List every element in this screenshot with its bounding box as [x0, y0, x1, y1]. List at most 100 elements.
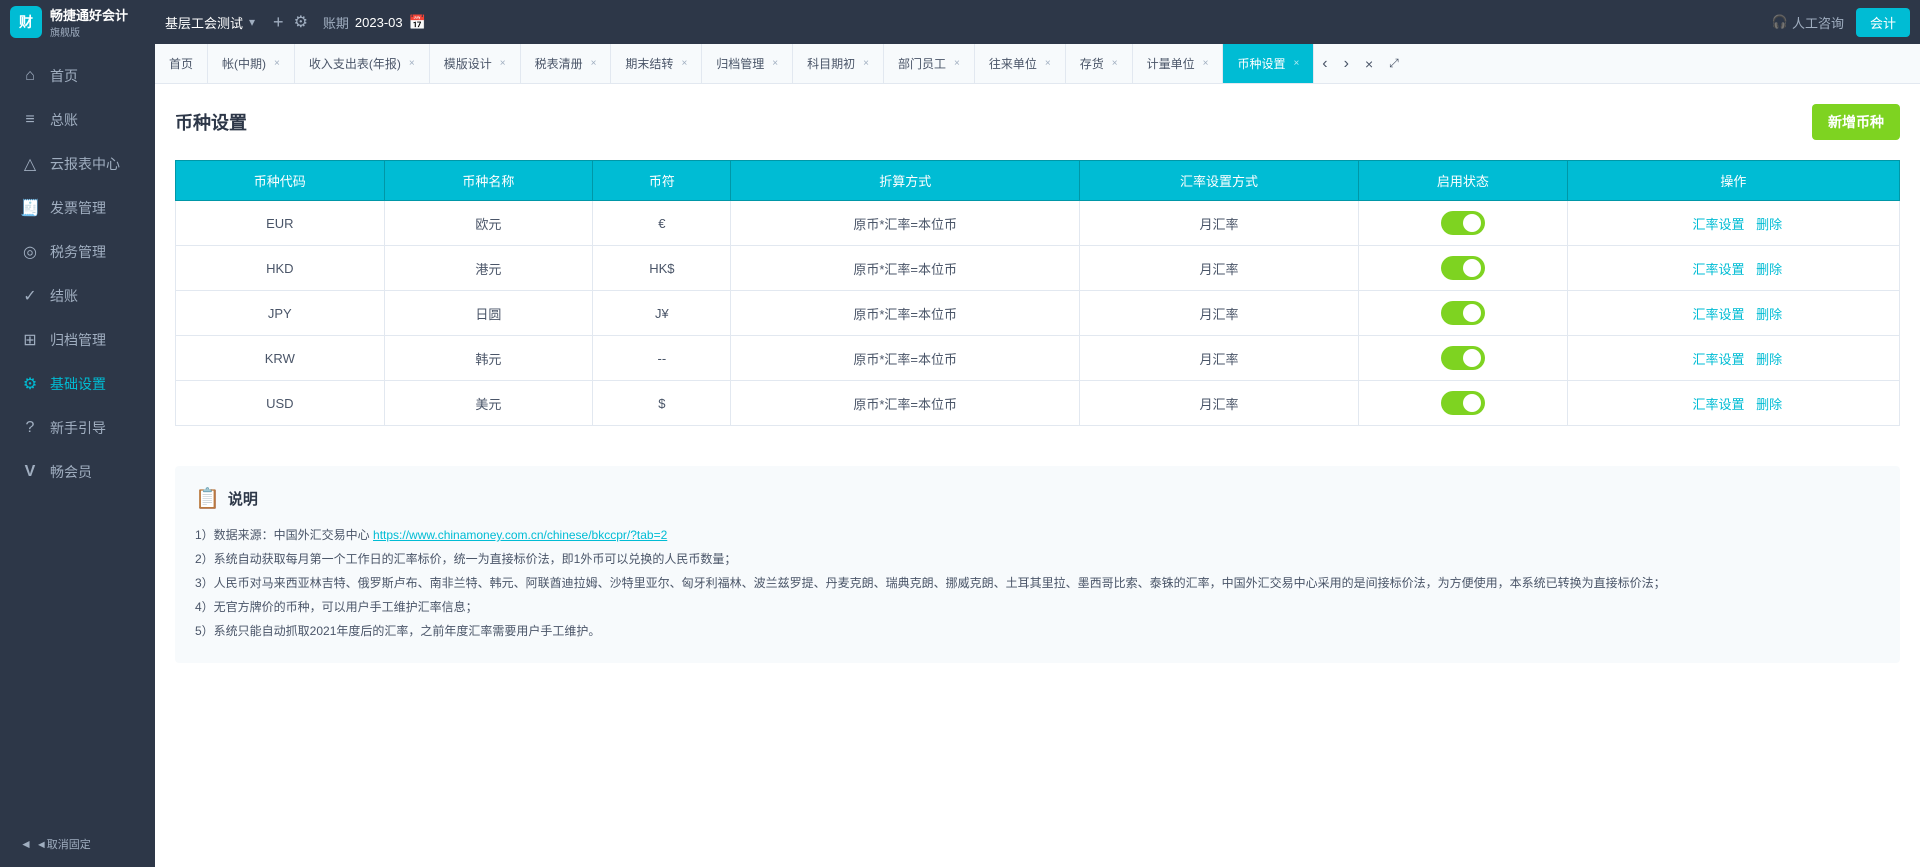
sidebar-item-tax[interactable]: ◎ 税务管理 [0, 230, 155, 274]
toggle-0[interactable] [1441, 211, 1485, 235]
currency-table: 币种代码 币种名称 币符 折算方式 汇率设置方式 启用状态 操作 EUR 欧元 … [175, 160, 1900, 426]
collapse-icon: ◄ [20, 837, 32, 851]
tab-close-tax[interactable]: × [591, 58, 597, 69]
delete-link-2[interactable]: 删除 [1756, 307, 1782, 322]
delete-link-0[interactable]: 删除 [1756, 217, 1782, 232]
tab-prev-icon[interactable]: ‹ [1314, 55, 1335, 73]
settings-icon[interactable]: ⚙ [294, 12, 308, 32]
tab-close-currency[interactable]: × [1293, 58, 1299, 69]
tab-mid-period[interactable]: 帐(中期) × [208, 44, 295, 83]
tab-archive-mgmt[interactable]: 归档管理 × [702, 44, 793, 83]
toggle-2[interactable] [1441, 301, 1485, 325]
tab-inventory[interactable]: 存货 × [1066, 44, 1133, 83]
tab-unit[interactable]: 计量单位 × [1133, 44, 1224, 83]
cell-toggle-4[interactable] [1359, 381, 1568, 426]
col-code: 币种代码 [176, 161, 385, 201]
home-icon: ⌂ [20, 67, 40, 85]
tab-tax-list[interactable]: 税表清册 × [521, 44, 612, 83]
tab-close-subject[interactable]: × [863, 58, 869, 69]
toggle-3[interactable] [1441, 346, 1485, 370]
sidebar-label-home: 首页 [50, 66, 78, 86]
cell-symbol-3: -- [593, 336, 731, 381]
cell-symbol-2: J¥ [593, 291, 731, 336]
cell-code-1: HKD [176, 246, 385, 291]
tab-template[interactable]: 模版设计 × [430, 44, 521, 83]
account-button[interactable]: 会计 [1856, 8, 1910, 37]
sidebar-item-reports[interactable]: △ 云报表中心 [0, 142, 155, 186]
tab-partners[interactable]: 往来单位 × [975, 44, 1066, 83]
tab-currency[interactable]: 币种设置 × [1223, 44, 1314, 83]
rate-setting-link-4[interactable]: 汇率设置 [1693, 397, 1745, 412]
cell-toggle-1[interactable] [1359, 246, 1568, 291]
tab-close-inventory[interactable]: × [1112, 58, 1118, 69]
sidebar-label-ledger: 总账 [50, 110, 78, 130]
help-button[interactable]: 🎧 人工咨询 [1772, 13, 1844, 32]
org-selector[interactable]: 基层工会测试 ▾ [155, 9, 265, 36]
tab-annual-report[interactable]: 收入支出表(年报) × [295, 44, 430, 83]
tab-close-mid-period[interactable]: × [274, 58, 280, 69]
rate-setting-link-1[interactable]: 汇率设置 [1693, 262, 1745, 277]
sidebar-item-member[interactable]: V 畅会员 [0, 450, 155, 494]
cell-code-3: KRW [176, 336, 385, 381]
delete-link-4[interactable]: 删除 [1756, 397, 1782, 412]
tab-close-all-icon[interactable]: × [1357, 56, 1381, 72]
sidebar-item-guide[interactable]: ? 新手引导 [0, 406, 155, 450]
sidebar-label-tax: 税务管理 [50, 242, 106, 262]
notice-item-4: 4）无官方牌价的币种，可以用户手工维护汇率信息； [195, 595, 1880, 619]
notice-link[interactable]: https://www.chinamoney.com.cn/chinese/bk… [373, 528, 667, 542]
delete-link-1[interactable]: 删除 [1756, 262, 1782, 277]
tab-close-annual[interactable]: × [409, 58, 415, 69]
col-rate-type: 汇率设置方式 [1079, 161, 1358, 201]
sidebar-label-archive: 归档管理 [50, 330, 106, 350]
sidebar-item-home[interactable]: ⌂ 首页 [0, 54, 155, 98]
tab-close-partners[interactable]: × [1045, 58, 1051, 69]
notice-item-3: 3）人民币对马来西亚林吉特、俄罗斯卢布、南非兰特、韩元、阿联酋迪拉姆、沙特里亚尔… [195, 571, 1880, 595]
cell-calc-2: 原币*汇率=本位币 [731, 291, 1080, 336]
tab-close-period-end[interactable]: × [681, 58, 687, 69]
tab-next-icon[interactable]: › [1336, 55, 1357, 73]
tab-close-template[interactable]: × [500, 58, 506, 69]
col-status: 启用状态 [1359, 161, 1568, 201]
cell-rate-3: 月汇率 [1079, 336, 1358, 381]
logo-text: 畅捷通好会计 旗舰版 [50, 5, 128, 39]
content-area: 首页 帐(中期) × 收入支出表(年报) × 模版设计 × 税表清册 × [155, 44, 1920, 867]
toggle-1[interactable] [1441, 256, 1485, 280]
sidebar-item-invoice[interactable]: 🧾 发票管理 [0, 186, 155, 230]
col-symbol: 币符 [593, 161, 731, 201]
table-row: JPY 日圆 J¥ 原币*汇率=本位币 月汇率 汇率设置 删除 [176, 291, 1900, 336]
toggle-4[interactable] [1441, 391, 1485, 415]
tab-fullscreen-icon[interactable]: ⤢ [1381, 56, 1407, 71]
cell-toggle-0[interactable] [1359, 201, 1568, 246]
rate-setting-link-0[interactable]: 汇率设置 [1693, 217, 1745, 232]
chevron-down-icon[interactable]: ▾ [249, 15, 255, 29]
tab-period-end[interactable]: 期末结转 × [611, 44, 702, 83]
cell-symbol-0: € [593, 201, 731, 246]
add-workspace-icon[interactable]: + [273, 12, 284, 33]
delete-link-3[interactable]: 删除 [1756, 352, 1782, 367]
tab-subject-init[interactable]: 科目期初 × [793, 44, 884, 83]
tab-bar: 首页 帐(中期) × 收入支出表(年报) × 模版设计 × 税表清册 × [155, 44, 1920, 84]
calendar-icon[interactable]: 📅 [409, 14, 426, 31]
cell-calc-3: 原币*汇率=本位币 [731, 336, 1080, 381]
tab-close-dept[interactable]: × [954, 58, 960, 69]
tab-home[interactable]: 首页 [155, 44, 208, 83]
new-currency-button[interactable]: 新增币种 [1812, 104, 1900, 140]
cell-rate-0: 月汇率 [1079, 201, 1358, 246]
cell-toggle-3[interactable] [1359, 336, 1568, 381]
sidebar-item-ledger[interactable]: ≡ 总账 [0, 98, 155, 142]
rate-setting-link-3[interactable]: 汇率设置 [1693, 352, 1745, 367]
settle-icon: ✓ [20, 286, 40, 306]
tab-department[interactable]: 部门员工 × [884, 44, 975, 83]
tab-close-archive[interactable]: × [772, 58, 778, 69]
member-icon: V [20, 463, 40, 481]
period-label: 账期 [323, 13, 349, 32]
cell-code-0: EUR [176, 201, 385, 246]
rate-setting-link-2[interactable]: 汇率设置 [1693, 307, 1745, 322]
collapse-button[interactable]: ◄ ◄取消固定 [0, 821, 155, 867]
cell-toggle-2[interactable] [1359, 291, 1568, 336]
tab-close-unit[interactable]: × [1203, 58, 1209, 69]
sidebar-item-settle[interactable]: ✓ 结账 [0, 274, 155, 318]
sidebar: ⌂ 首页 ≡ 总账 △ 云报表中心 🧾 发票管理 ◎ 税务管理 ✓ 结账 [0, 44, 155, 867]
sidebar-item-archive[interactable]: ⊞ 归档管理 [0, 318, 155, 362]
sidebar-item-basic[interactable]: ⚙ 基础设置 [0, 362, 155, 406]
